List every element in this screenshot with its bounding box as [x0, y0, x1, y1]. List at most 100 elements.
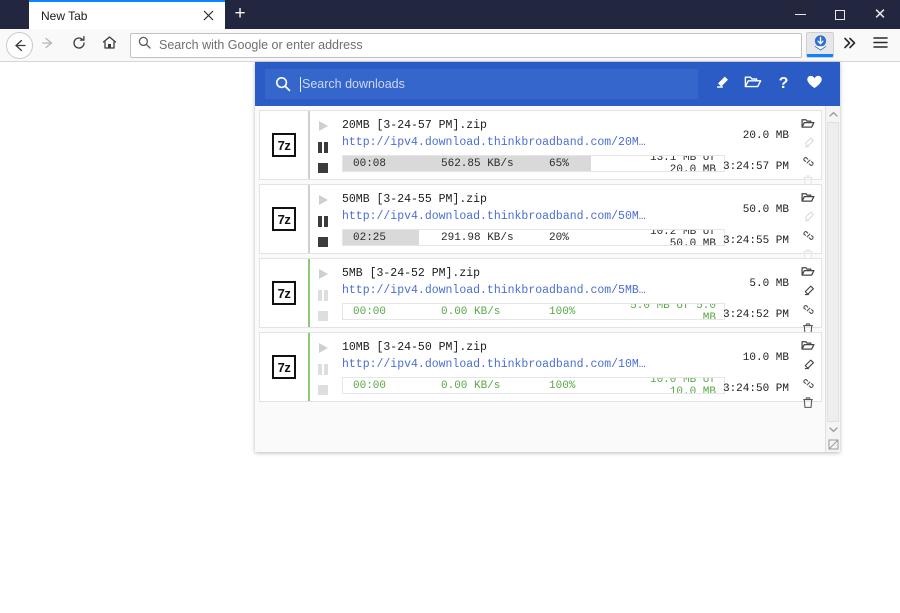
chevron-down-icon[interactable] [826, 421, 841, 437]
help-button[interactable]: ? [768, 69, 799, 99]
chevron-double-right-icon [842, 35, 858, 56]
file-icon-cell: 7z [260, 111, 308, 179]
play-button[interactable] [317, 268, 329, 280]
file-type-icon: 7z [272, 355, 296, 379]
play-button[interactable] [317, 194, 329, 206]
search-icon [275, 76, 291, 92]
home-icon [101, 34, 118, 56]
play-button[interactable] [317, 342, 329, 354]
tab-title: New Tab [41, 8, 88, 23]
close-icon[interactable] [200, 8, 216, 24]
copy-link-action[interactable] [801, 303, 815, 316]
window-close-icon[interactable]: ✕ [860, 0, 900, 29]
open-folder-action[interactable] [801, 265, 815, 278]
erase-action[interactable] [801, 136, 815, 149]
back-button[interactable] [4, 31, 34, 59]
source-url[interactable]: http://ipv4.download.thinkbroadband.com/… [342, 282, 707, 300]
transfer-controls [310, 185, 336, 253]
download-meta: 5.0 MB 3:24:52 PM [707, 259, 795, 327]
resize-grip-icon[interactable] [826, 437, 841, 452]
donate-button[interactable] [799, 69, 830, 99]
address-bar[interactable]: Search with Google or enter address [130, 32, 802, 58]
panel-body: 7z 20MB [3-24-57 PM].zip http://ipv4.dow… [255, 106, 840, 452]
erase-action[interactable] [801, 358, 815, 371]
downloads-list: 7z 20MB [3-24-57 PM].zip http://ipv4.dow… [255, 106, 825, 452]
source-url[interactable]: http://ipv4.download.thinkbroadband.com/… [342, 356, 707, 374]
progress-percent: 20% [549, 231, 569, 244]
maximize-icon[interactable] [820, 0, 860, 29]
copy-link-action[interactable] [801, 229, 815, 242]
download-meta: 50.0 MB 3:24:55 PM [707, 185, 795, 253]
tab-new-tab[interactable]: New Tab [29, 0, 225, 29]
erase-action[interactable] [801, 210, 815, 223]
copy-link-action[interactable] [801, 155, 815, 168]
elapsed-time: 00:00 [353, 379, 387, 392]
new-tab-button[interactable]: + [225, 0, 255, 29]
forward-arrow-icon [41, 35, 57, 56]
progress-bar: 00:00 0.00 KB/s 100% 5.0 MB of 5.0 MB [342, 303, 725, 320]
overflow-menu-button[interactable] [836, 31, 864, 59]
clear-completed-button[interactable] [706, 69, 737, 99]
scrollbar-track[interactable] [826, 122, 841, 422]
file-name: 5MB [3-24-52 PM].zip [342, 267, 481, 280]
start-timestamp: 3:24:55 PM [722, 235, 789, 247]
file-icon-cell: 7z [260, 185, 308, 253]
address-bar-placeholder: Search with Google or enter address [159, 38, 363, 52]
row-actions [795, 185, 821, 260]
open-folder-action[interactable] [801, 339, 815, 352]
download-item[interactable]: 7z 20MB [3-24-57 PM].zip http://ipv4.dow… [259, 110, 822, 186]
row-actions [795, 259, 821, 334]
download-manager-panel: Search downloads ? 7z 20MB [3-24-57 PM].… [255, 62, 840, 452]
tab-bar: New Tab + ✕ [0, 0, 900, 29]
panel-scrollbar[interactable] [825, 106, 840, 452]
reload-button[interactable] [64, 31, 94, 59]
delete-action[interactable] [801, 396, 815, 409]
file-type-icon: 7z [272, 207, 296, 231]
open-folder-button[interactable] [737, 69, 768, 99]
app-menu-button[interactable] [866, 31, 894, 59]
total-size: 5.0 MB [749, 278, 789, 290]
download-details: 5MB [3-24-52 PM].zip http://ipv4.downloa… [336, 259, 725, 327]
pause-button[interactable] [317, 141, 329, 153]
open-folder-action[interactable] [801, 191, 815, 204]
start-timestamp: 3:24:57 PM [722, 161, 789, 173]
start-timestamp: 3:24:52 PM [722, 309, 789, 321]
home-button[interactable] [94, 31, 124, 59]
stop-button[interactable] [317, 310, 329, 322]
search-downloads-input[interactable]: Search downloads [265, 69, 698, 99]
pause-button[interactable] [317, 215, 329, 227]
progress-fields: 02:25 291.98 KB/s 20% 10.2 MB of 50.0 MB [343, 230, 724, 245]
download-item[interactable]: 7z 50MB [3-24-55 PM].zip http://ipv4.dow… [259, 184, 822, 260]
download-item[interactable]: 7z 10MB [3-24-50 PM].zip http://ipv4.dow… [259, 332, 822, 408]
stop-button[interactable] [317, 162, 329, 174]
start-timestamp: 3:24:50 PM [722, 383, 789, 395]
progress-percent: 100% [549, 379, 576, 392]
erase-action[interactable] [801, 284, 815, 297]
pause-button[interactable] [317, 363, 329, 375]
open-folder-action[interactable] [801, 117, 815, 130]
file-name: 20MB [3-24-57 PM].zip [342, 119, 487, 132]
source-url[interactable]: http://ipv4.download.thinkbroadband.com/… [342, 134, 707, 152]
total-size: 50.0 MB [742, 204, 789, 216]
scrollbar-thumb[interactable] [826, 122, 839, 422]
source-url[interactable]: http://ipv4.download.thinkbroadband.com/… [342, 208, 707, 226]
file-name: 10MB [3-24-50 PM].zip [342, 341, 487, 354]
open-folder-icon [744, 74, 762, 95]
play-button[interactable] [317, 120, 329, 132]
back-arrow-icon [5, 31, 33, 59]
stop-button[interactable] [317, 384, 329, 396]
downloads-button[interactable] [806, 32, 834, 58]
search-placeholder: Search downloads [302, 77, 405, 91]
pause-button[interactable] [317, 289, 329, 301]
forward-button[interactable] [34, 31, 64, 59]
stop-button[interactable] [317, 236, 329, 248]
copy-link-action[interactable] [801, 377, 815, 390]
progress-fields: 00:08 562.85 KB/s 65% 13.1 MB of 20.0 MB [343, 156, 724, 171]
download-item[interactable]: 7z 5MB [3-24-52 PM].zip http://ipv4.down… [259, 258, 822, 334]
chevron-up-icon[interactable] [826, 106, 841, 122]
minimize-icon[interactable] [780, 0, 820, 29]
panel-header: Search downloads ? [255, 62, 840, 106]
search-icon [138, 36, 151, 54]
window-controls: ✕ [780, 0, 900, 29]
file-icon-cell: 7z [260, 259, 308, 327]
